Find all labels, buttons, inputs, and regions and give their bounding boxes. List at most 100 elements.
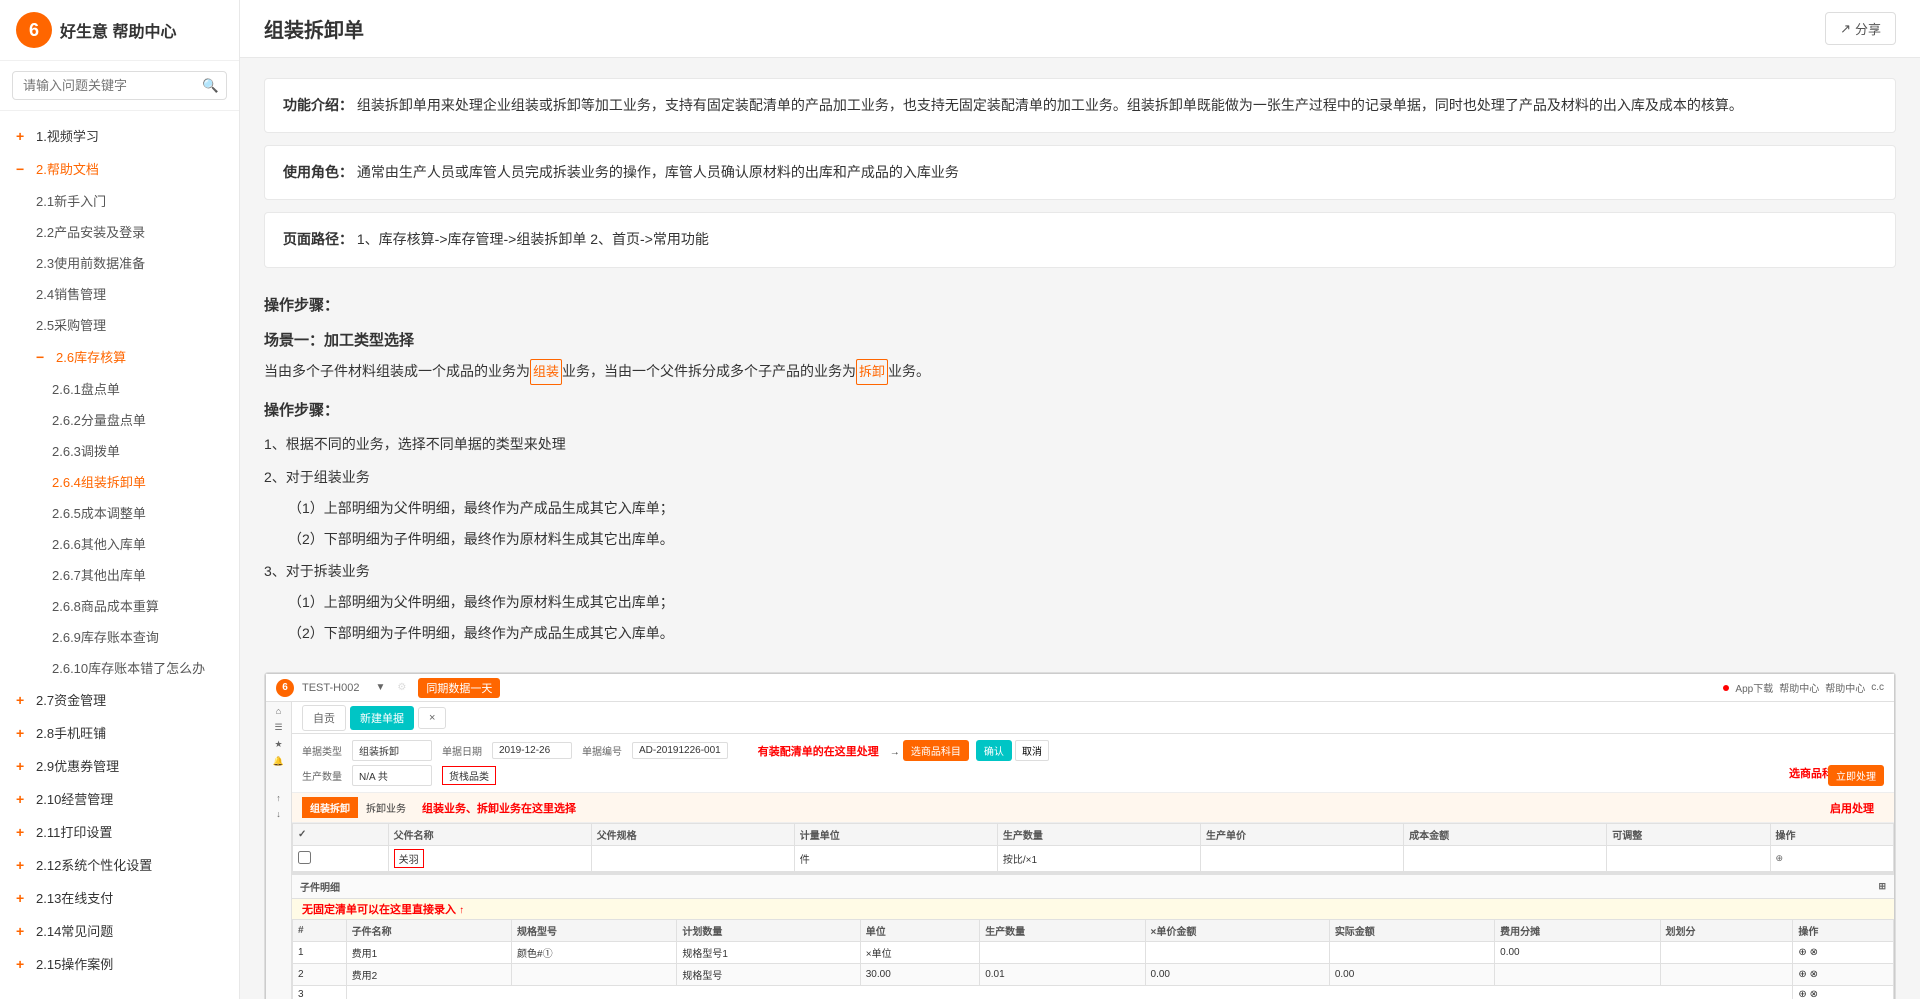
mock-icon-arrow-up[interactable]: ↑ [276,793,281,803]
search-button[interactable]: 🔍 [202,78,219,94]
mock-qty-label: 生产数量 [302,768,342,783]
mock-th-op: 操作 [1770,824,1893,846]
mock-cr1-actual [1329,942,1494,964]
mock-form-row2: 生产数量 N/A 共 货栈品类 选商品科目 立即处理 [302,765,1884,786]
mock-cr1-plan: 规格型号1 [677,942,860,964]
steps-list: 1、根据不同的业务，选择不同单据的类型来处理 2、对于组装业务 （1）上部明细为… [264,428,1896,648]
search-input[interactable] [12,71,227,100]
mock-cth-plan: 计划数量 [677,920,860,942]
mock-date-value[interactable]: 2019-12-26 [492,742,572,759]
mock-tab-zg[interactable]: 自贡 [302,705,346,731]
mock-th-cost: 成本金额 [1404,824,1607,846]
plus-icon-3: + [16,692,30,708]
mock-parent-header-row: ✓ 父件名称 父件规格 计量单位 生产数量 生产单价 成本金额 可调整 操作 [293,824,1894,846]
mock-annotation5-arrow: ↑ [459,905,464,916]
sidebar-item-faq[interactable]: + 2.14常见问题 [0,914,239,947]
mock-annotation5-wrap: 无固定清单可以在这里直接录入 ↑ [292,899,1894,919]
sidebar-item-sales[interactable]: 2.4销售管理 [0,278,239,309]
mock-cth-op: 操作 [1793,920,1894,942]
plus-icon-7: + [16,824,30,840]
mock-icon-arrow-down[interactable]: ↓ [276,809,281,819]
sidebar-item-partial-stock[interactable]: 2.6.2分量盘点单 [0,404,239,435]
mock-cr1-uprice [1145,942,1329,964]
sidebar-item-assembly[interactable]: 2.6.4组装拆卸单 [0,466,239,497]
mock-td-qty: 按比/×1 [997,846,1200,872]
mock-icon-home[interactable]: ⌂ [276,706,281,716]
mock-qty-value[interactable]: N/A 共 [352,765,432,786]
sidebar-item-print[interactable]: + 2.11打印设置 [0,815,239,848]
mock-tab-new[interactable]: 新建单据 [350,706,414,730]
mock-th-unit-price: 生产单价 [1201,824,1404,846]
mock-cr2-op-icon[interactable]: ⊕ ⊗ [1798,969,1818,980]
sidebar-item-coupon[interactable]: + 2.9优惠券管理 [0,749,239,782]
step2-sub1: （1）上部明细为父件明细，最终作为产成品生成其它入库单； [288,493,1896,524]
mock-row-op-icon[interactable]: ⊕ [1776,853,1784,863]
sidebar-item-newbie[interactable]: 2.1新手入门 [0,185,239,216]
mock-td-unit: 件 [794,846,997,872]
mock-annotation1-wrap: 有装配清单的在这里处理 → 选商品科目 确认 取消 [758,740,1049,761]
mock-form-header: 单据类型 组装拆卸 单据日期 2019-12-26 单据编号 AD-201912… [292,734,1894,793]
mock-cr1-dist [1660,942,1793,964]
mock-icon-bell[interactable]: 🔔 [273,756,284,767]
sidebar-item-help-docs[interactable]: − 2.帮助文档 [0,152,239,185]
mock-tab-create[interactable]: × [418,707,446,729]
sidebar-item-other-out[interactable]: 2.6.7其他出库单 [0,559,239,590]
sidebar-item-video[interactable]: + 1.视频学习 [0,119,239,152]
mock-tab-bar: 自贡 新建单据 × [292,702,1894,734]
mock-td-adj [1607,846,1770,872]
sidebar-item-stock-ledger[interactable]: 2.6.9库存账本查询 [0,621,239,652]
share-button[interactable]: ↗ 分享 [1825,12,1896,45]
mock-cr2-plan: 规格型号 [677,964,860,986]
mock-app-topbar: 6 TEST-H002 ▼ ⚙ 同期数据一天 App下载 帮助中心 帮助中心 c… [266,674,1894,702]
mock-enable-wrap: 启用处理 [1830,800,1874,816]
sidebar-item-transfer[interactable]: 2.6.3调拨单 [0,435,239,466]
sidebar-item-personalize[interactable]: + 2.12系统个性化设置 [0,848,239,881]
sidebar-item-finance[interactable]: + 2.7资金管理 [0,683,239,716]
mock-child-table: # 子件名称 规格型号 计划数量 单位 生产数量 ×单价金额 实际金额 费用分摊 [292,919,1894,999]
step3-sub2: （2）下部明细为子件明细，最终作为产成品生成其它入库单。 [288,618,1896,649]
mock-number-value[interactable]: AD-20191226-001 [632,742,728,759]
mock-expand-icon[interactable]: ⊞ [1878,881,1886,892]
sidebar-nav: + 1.视频学习 − 2.帮助文档 2.1新手入门 2.2产品安装及登录 2.3… [0,111,239,999]
step3-sub: （1）上部明细为父件明细，最终作为原材料生成其它出库单； （2）下部明细为子件明… [264,587,1896,648]
mock-confirm-btn[interactable]: 确认 [976,740,1012,761]
mock-checkbox[interactable] [298,851,311,864]
plus-icon-8: + [16,857,30,873]
mock-td-fspec [591,846,794,872]
mock-red-dot [1723,685,1729,691]
sidebar-item-install[interactable]: 2.2产品安装及登录 [0,216,239,247]
mock-cr3-empty [346,986,1793,999]
mock-cr3-op-icon[interactable]: ⊕ ⊗ [1798,989,1818,999]
mock-th-fspec: 父件规格 [591,824,794,846]
sidebar-item-purchase[interactable]: 2.5采购管理 [0,309,239,340]
step3: 3、对于拆装业务 [264,555,1896,588]
mock-cr2-unit: 30.00 [860,964,979,986]
sidebar-item-stock-error[interactable]: 2.6.10库存账本错了怎么办 [0,652,239,683]
plus-icon-10: + [16,923,30,939]
sidebar-item-payment[interactable]: + 2.13在线支付 [0,881,239,914]
sidebar-item-other-in[interactable]: 2.6.6其他入库单 [0,528,239,559]
sidebar-item-inventory[interactable]: − 2.6库存核算 [0,340,239,373]
sidebar-item-data-prep[interactable]: 2.3使用前数据准备 [0,247,239,278]
mock-th-unit: 计量单位 [794,824,997,846]
sidebar-item-ops[interactable]: + 2.10经营管理 [0,782,239,815]
minus-icon-2: − [36,349,50,365]
sidebar-item-cost-recalc[interactable]: 2.6.8商品成本重算 [0,590,239,621]
mock-type-value[interactable]: 组装拆卸 [352,740,432,761]
mock-parent-table-wrap: ✓ 父件名称 父件规格 计量单位 生产数量 生产单价 成本金额 可调整 操作 [292,823,1894,874]
mock-icon-star[interactable]: ★ [274,739,282,750]
mock-cr1-spec: 颜色#① [512,942,677,964]
role-label: 使用角色： [283,164,353,180]
mock-cr1-op-icon[interactable]: ⊕ ⊗ [1798,947,1818,958]
sidebar-item-cost-adjust[interactable]: 2.6.5成本调整单 [0,497,239,528]
mock-th-prod-qty: 生产数量 [997,824,1200,846]
sidebar-item-stocktake[interactable]: 2.6.1盘点单 [0,373,239,404]
sidebar-item-cases[interactable]: + 2.15操作案例 [0,947,239,980]
mock-cth-num: # [293,920,347,942]
mock-enable-btn[interactable]: 立即处理 [1828,765,1884,786]
mock-period-btn[interactable]: 同期数据一天 [418,678,500,698]
mock-select-item-btn[interactable]: 选商品科目 [903,740,969,761]
sidebar-item-mobile[interactable]: + 2.8手机旺铺 [0,716,239,749]
mock-cancel-btn[interactable]: 取消 [1015,740,1049,761]
mock-icon-list[interactable]: ☰ [274,722,282,733]
